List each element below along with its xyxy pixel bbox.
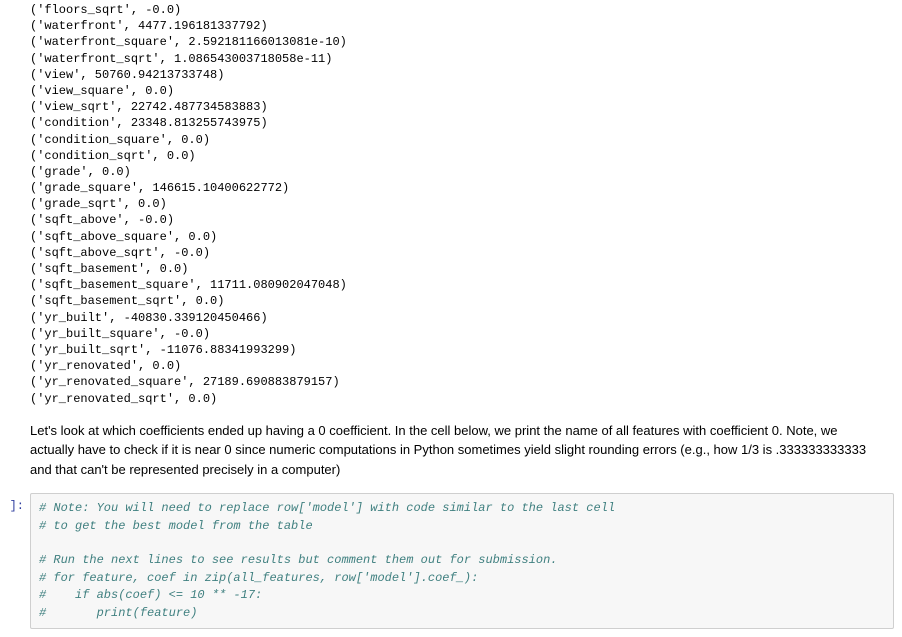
output-line: ('condition_square', 0.0) — [30, 133, 210, 147]
markdown-text: Let's look at which coefficients ended u… — [30, 423, 866, 477]
output-line: ('sqft_basement_square', 11711.080902047… — [30, 278, 347, 292]
output-line: ('waterfront_square', 2.592181166013081e… — [30, 35, 347, 49]
output-line: ('condition_sqrt', 0.0) — [30, 149, 196, 163]
code-line: # if abs(coef) <= 10 ** -17: — [39, 588, 262, 602]
output-line: ('yr_renovated_square', 27189.6908838791… — [30, 375, 340, 389]
output-line: ('yr_built_square', -0.0) — [30, 327, 210, 341]
output-line: ('floors_sqrt', -0.0) — [30, 3, 181, 17]
output-line: ('grade_sqrt', 0.0) — [30, 197, 167, 211]
output-line: ('grade_square', 146615.10400622772) — [30, 181, 289, 195]
code-cell: ]: # Note: You will need to replace row[… — [0, 493, 902, 637]
output-line: ('sqft_basement_sqrt', 0.0) — [30, 294, 224, 308]
markdown-cell: Let's look at which coefficients ended u… — [0, 409, 902, 494]
input-prompt: ]: — [0, 493, 30, 513]
prompt-label: ]: — [10, 499, 24, 513]
output-line: ('grade', 0.0) — [30, 165, 131, 179]
code-line: # to get the best model from the table — [39, 519, 313, 533]
output-line: ('view_sqrt', 22742.487734583883) — [30, 100, 268, 114]
output-line: ('condition', 23348.813255743975) — [30, 116, 268, 130]
code-line: # Note: You will need to replace row['mo… — [39, 501, 615, 515]
code-line: # Run the next lines to see results but … — [39, 553, 557, 567]
output-line: ('yr_built', -40830.339120450466) — [30, 311, 268, 325]
code-line: # for feature, coef in zip(all_features,… — [39, 571, 478, 585]
code-line: # print(feature) — [39, 606, 197, 620]
output-area: ('floors_sqrt', -0.0) ('waterfront', 447… — [0, 0, 902, 409]
output-line: ('yr_built_sqrt', -11076.88341993299) — [30, 343, 296, 357]
output-line: ('waterfront_sqrt', 1.086543003718058e-1… — [30, 52, 332, 66]
output-line: ('yr_renovated_sqrt', 0.0) — [30, 392, 217, 406]
output-line: ('sqft_above', -0.0) — [30, 213, 174, 227]
output-line: ('sqft_above_square', 0.0) — [30, 230, 217, 244]
output-line: ('waterfront', 4477.196181337792) — [30, 19, 268, 33]
code-input-area[interactable]: # Note: You will need to replace row['mo… — [30, 493, 894, 629]
output-line: ('yr_renovated', 0.0) — [30, 359, 181, 373]
output-line: ('sqft_basement', 0.0) — [30, 262, 188, 276]
output-line: ('view_square', 0.0) — [30, 84, 174, 98]
output-line: ('sqft_above_sqrt', -0.0) — [30, 246, 210, 260]
output-line: ('view', 50760.94213733748) — [30, 68, 224, 82]
